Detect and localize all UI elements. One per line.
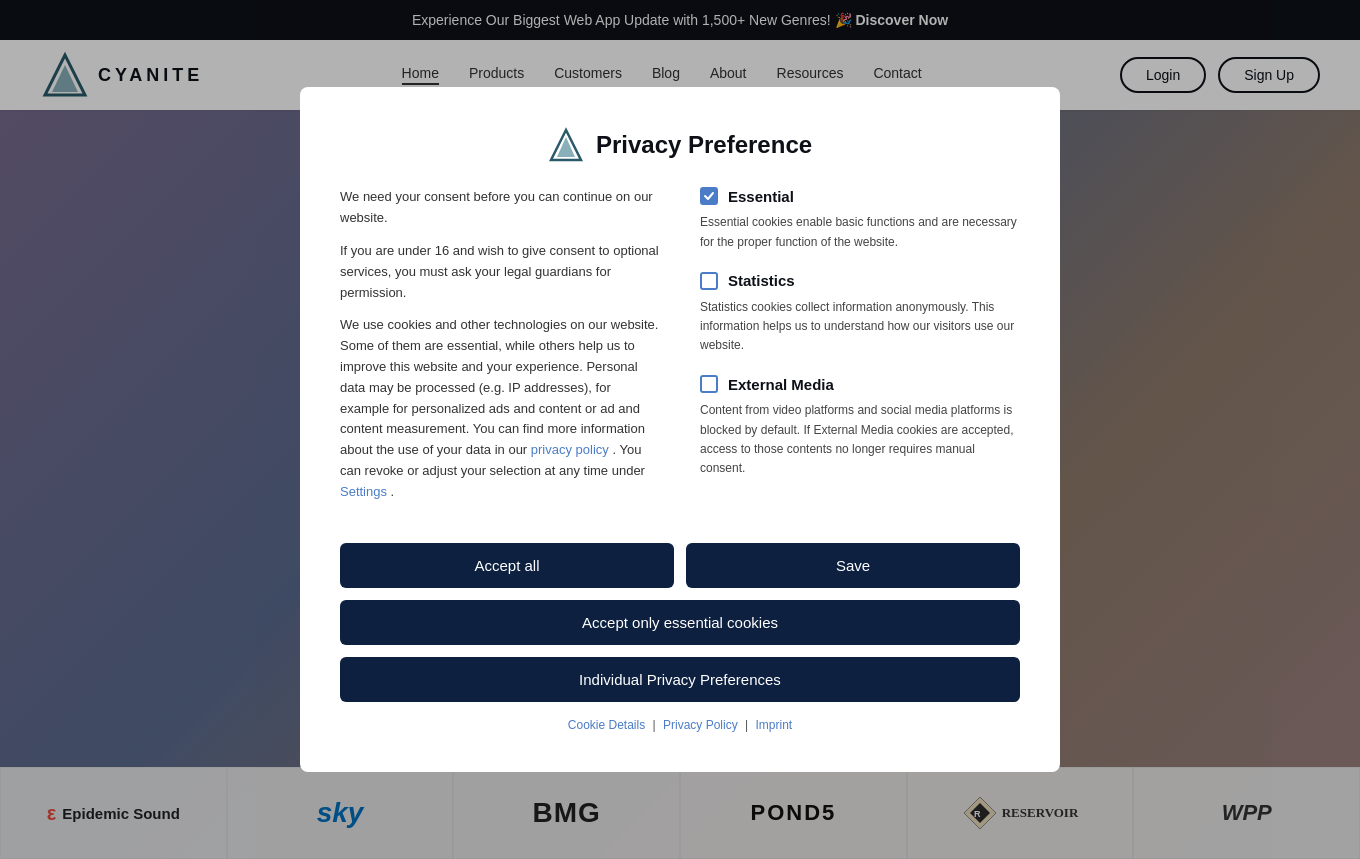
modal-overlay: Privacy Preference We need your consent …: [0, 0, 1360, 859]
intro-paragraph-3: We use cookies and other technologies on…: [340, 315, 660, 502]
privacy-policy-link[interactable]: privacy policy: [531, 442, 609, 457]
modal-left-panel: We need your consent before you can cont…: [340, 187, 660, 514]
settings-link[interactable]: Settings: [340, 484, 387, 499]
save-button[interactable]: Save: [686, 543, 1020, 588]
imprint-link[interactable]: Imprint: [756, 718, 793, 732]
essential-group: Essential Essential cookies enable basic…: [700, 187, 1020, 251]
statistics-checkbox[interactable]: [700, 272, 718, 290]
privacy-modal: Privacy Preference We need your consent …: [300, 87, 1060, 771]
privacy-policy-footer-link[interactable]: Privacy Policy: [663, 718, 738, 732]
individual-preferences-button[interactable]: Individual Privacy Preferences: [340, 657, 1020, 702]
modal-footer: Cookie Details | Privacy Policy | Imprin…: [340, 718, 1020, 732]
statistics-header: Statistics: [700, 272, 1020, 290]
essential-header: Essential: [700, 187, 1020, 205]
accept-essential-button[interactable]: Accept only essential cookies: [340, 600, 1020, 645]
primary-buttons: Accept all Save: [340, 543, 1020, 588]
statistics-description: Statistics cookies collect information a…: [700, 298, 1020, 356]
statistics-group: Statistics Statistics cookies collect in…: [700, 272, 1020, 356]
statistics-label: Statistics: [728, 272, 795, 289]
intro-paragraph-1: We need your consent before you can cont…: [340, 187, 660, 229]
modal-header: Privacy Preference: [340, 127, 1020, 163]
external-media-group: External Media Content from video platfo…: [700, 375, 1020, 478]
modal-right-panel: Essential Essential cookies enable basic…: [700, 187, 1020, 514]
modal-body: We need your consent before you can cont…: [340, 187, 1020, 514]
external-media-header: External Media: [700, 375, 1020, 393]
accept-all-button[interactable]: Accept all: [340, 543, 674, 588]
intro-paragraph-2: If you are under 16 and wish to give con…: [340, 241, 660, 303]
external-media-label: External Media: [728, 376, 834, 393]
external-media-checkbox[interactable]: [700, 375, 718, 393]
essential-description: Essential cookies enable basic functions…: [700, 213, 1020, 251]
cookie-details-link[interactable]: Cookie Details: [568, 718, 645, 732]
modal-title: Privacy Preference: [596, 131, 812, 159]
modal-logo-icon: [548, 127, 584, 163]
essential-checkbox[interactable]: [700, 187, 718, 205]
external-media-description: Content from video platforms and social …: [700, 401, 1020, 478]
essential-label: Essential: [728, 188, 794, 205]
